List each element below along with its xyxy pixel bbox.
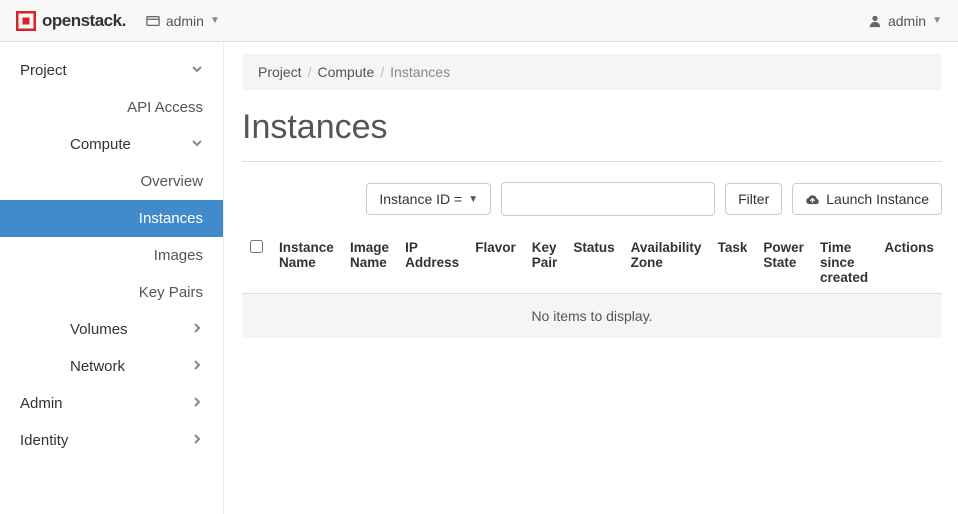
sidebar-item-api-access[interactable]: API Access [0, 89, 223, 126]
content: Project / Compute / Instances Instances … [224, 42, 958, 514]
sidebar: Project API Access Compute Overview Inst… [0, 42, 224, 514]
chevron-right-icon [191, 396, 203, 411]
filter-field-label: Instance ID = [379, 191, 462, 207]
sidebar-item-label: Key Pairs [139, 284, 203, 301]
breadcrumb-instances: Instances [390, 64, 450, 80]
col-power-state[interactable]: Power State [755, 232, 812, 294]
breadcrumb-separator: / [308, 64, 312, 80]
instances-table: Instance Name Image Name IP Address Flav… [242, 232, 942, 338]
page-title: Instances [242, 108, 942, 147]
launch-instance-button[interactable]: Launch Instance [792, 183, 942, 215]
sidebar-item-label: Identity [20, 432, 68, 449]
chevron-down-icon [191, 137, 203, 152]
sidebar-item-project[interactable]: Project [0, 52, 223, 89]
caret-down-icon: ▼ [468, 194, 478, 205]
title-divider [242, 161, 942, 162]
openstack-logo-icon [16, 11, 36, 31]
col-key-pair[interactable]: Key Pair [524, 232, 566, 294]
col-task[interactable]: Task [710, 232, 756, 294]
chevron-right-icon [191, 322, 203, 337]
sidebar-item-label: Instances [139, 210, 203, 227]
sidebar-item-key-pairs[interactable]: Key Pairs [0, 274, 223, 311]
topbar: openstack. admin ▼ admin ▼ [0, 0, 958, 42]
sidebar-item-label: Admin [20, 395, 63, 412]
sidebar-item-overview[interactable]: Overview [0, 163, 223, 200]
sidebar-item-instances[interactable]: Instances [0, 200, 223, 237]
sidebar-item-identity[interactable]: Identity [0, 422, 223, 459]
sidebar-item-network[interactable]: Network [0, 348, 223, 385]
col-ip-address[interactable]: IP Address [397, 232, 467, 294]
col-instance-name[interactable]: Instance Name [271, 232, 342, 294]
col-availability-zone[interactable]: Availability Zone [623, 232, 710, 294]
breadcrumb-compute[interactable]: Compute [317, 64, 374, 80]
col-flavor[interactable]: Flavor [467, 232, 524, 294]
breadcrumb-project[interactable]: Project [258, 64, 302, 80]
sidebar-item-volumes[interactable]: Volumes [0, 311, 223, 348]
sidebar-item-compute[interactable]: Compute [0, 126, 223, 163]
domain-label: admin [166, 13, 204, 29]
breadcrumb-separator: / [380, 64, 384, 80]
chevron-right-icon [191, 359, 203, 374]
sidebar-item-label: Overview [140, 173, 203, 190]
user-label: admin [888, 13, 926, 29]
sidebar-item-label: Project [20, 62, 67, 79]
sidebar-item-label: Images [154, 247, 203, 264]
sidebar-item-label: Volumes [70, 321, 128, 338]
chevron-down-icon [191, 63, 203, 78]
sidebar-item-images[interactable]: Images [0, 237, 223, 274]
toolbar: Instance ID = ▼ Filter Launch Instance [242, 182, 942, 216]
filter-button-label: Filter [738, 191, 769, 207]
col-status[interactable]: Status [565, 232, 622, 294]
sidebar-item-admin[interactable]: Admin [0, 385, 223, 422]
filter-input[interactable] [501, 182, 715, 216]
brand-name: openstack. [42, 11, 126, 31]
col-image-name[interactable]: Image Name [342, 232, 397, 294]
table-header-row: Instance Name Image Name IP Address Flav… [242, 232, 942, 294]
launch-button-label: Launch Instance [826, 191, 929, 207]
brand-logo[interactable]: openstack. [16, 11, 126, 31]
table-empty-row: No items to display. [242, 294, 942, 339]
breadcrumb: Project / Compute / Instances [242, 54, 942, 90]
filter-field-dropdown[interactable]: Instance ID = ▼ [366, 183, 491, 215]
user-icon [868, 14, 882, 28]
col-actions: Actions [876, 232, 942, 294]
select-all-checkbox[interactable] [250, 240, 263, 253]
caret-down-icon: ▼ [210, 15, 220, 26]
table-empty-message: No items to display. [242, 294, 942, 339]
user-menu[interactable]: admin ▼ [868, 13, 942, 29]
filter-button[interactable]: Filter [725, 183, 782, 215]
cloud-upload-icon [805, 193, 820, 206]
domain-icon [146, 14, 160, 28]
sidebar-item-label: Network [70, 358, 125, 375]
col-time-since-created[interactable]: Time since created [812, 232, 876, 294]
caret-down-icon: ▼ [932, 15, 942, 26]
chevron-right-icon [191, 433, 203, 448]
sidebar-item-label: API Access [127, 99, 203, 116]
select-all-cell [242, 232, 271, 294]
domain-switcher[interactable]: admin ▼ [146, 13, 220, 29]
sidebar-item-label: Compute [70, 136, 131, 153]
